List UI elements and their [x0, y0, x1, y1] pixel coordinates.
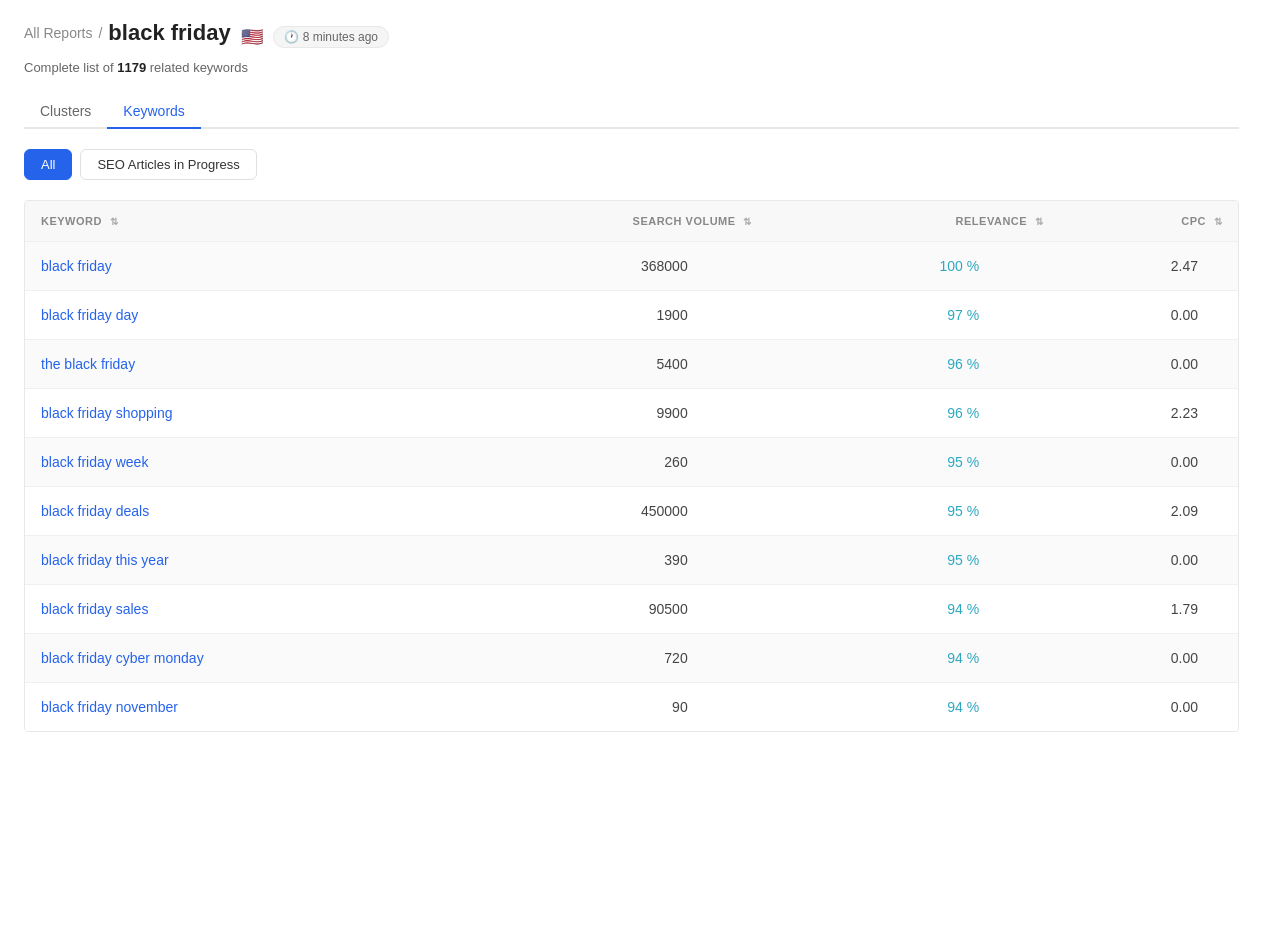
- volume-cell: 450000: [443, 487, 768, 536]
- col-header-relevance[interactable]: RELEVANCE ⇅: [768, 201, 1059, 242]
- relevance-cell: 97 %: [768, 291, 1059, 340]
- relevance-cell: 94 %: [768, 585, 1059, 634]
- keyword-count: 1179: [117, 60, 146, 75]
- keyword-cell: black friday shopping: [25, 389, 443, 438]
- keyword-link[interactable]: black friday shopping: [41, 405, 173, 421]
- sort-icon-keyword: ⇅: [110, 216, 119, 227]
- subtitle: Complete list of 1179 related keywords: [24, 60, 1239, 75]
- cpc-cell: 2.47: [1059, 242, 1238, 291]
- relevance-cell: 96 %: [768, 389, 1059, 438]
- relevance-cell: 95 %: [768, 536, 1059, 585]
- volume-cell: 260: [443, 438, 768, 487]
- table-body: black friday368000100 %2.47black friday …: [25, 242, 1238, 732]
- col-header-cpc[interactable]: CPC ⇅: [1059, 201, 1238, 242]
- keyword-cell: the black friday: [25, 340, 443, 389]
- col-header-search-volume[interactable]: SEARCH VOLUME ⇅: [443, 201, 768, 242]
- table-row: the black friday 540096 %0.00: [25, 340, 1238, 389]
- table-row: black friday shopping 990096 %2.23: [25, 389, 1238, 438]
- breadcrumb: All Reports / black friday: [24, 20, 231, 46]
- filter-seo-articles-button[interactable]: SEO Articles in Progress: [80, 149, 256, 180]
- table-header-row: KEYWORD ⇅ SEARCH VOLUME ⇅ RELEVANCE ⇅ CP…: [25, 201, 1238, 242]
- keyword-cell: black friday day: [25, 291, 443, 340]
- keyword-link[interactable]: black friday cyber monday: [41, 650, 204, 666]
- keyword-cell: black friday cyber monday: [25, 634, 443, 683]
- filter-bar: All SEO Articles in Progress: [24, 149, 1239, 180]
- keyword-link[interactable]: black friday deals: [41, 503, 149, 519]
- keyword-link[interactable]: the black friday: [41, 356, 135, 372]
- col-header-keyword[interactable]: KEYWORD ⇅: [25, 201, 443, 242]
- breadcrumb-separator: /: [98, 25, 102, 41]
- cpc-cell: 0.00: [1059, 291, 1238, 340]
- keyword-link[interactable]: black friday november: [41, 699, 178, 715]
- keywords-table: KEYWORD ⇅ SEARCH VOLUME ⇅ RELEVANCE ⇅ CP…: [25, 201, 1238, 731]
- cpc-cell: 0.00: [1059, 340, 1238, 389]
- table-row: black friday november 9094 %0.00: [25, 683, 1238, 732]
- country-flag-icon: 🇺🇸: [241, 26, 263, 48]
- table-row: black friday 368000100 %2.47: [25, 242, 1238, 291]
- cpc-cell: 1.79: [1059, 585, 1238, 634]
- volume-cell: 720: [443, 634, 768, 683]
- table-row: black friday week 26095 %0.00: [25, 438, 1238, 487]
- subtitle-suffix: related keywords: [150, 60, 248, 75]
- keyword-link[interactable]: black friday: [41, 258, 112, 274]
- cpc-cell: 0.00: [1059, 536, 1238, 585]
- keyword-cell: black friday: [25, 242, 443, 291]
- sort-icon-relevance: ⇅: [1035, 216, 1044, 227]
- cpc-cell: 0.00: [1059, 438, 1238, 487]
- keyword-cell: black friday week: [25, 438, 443, 487]
- table-row: black friday this year 39095 %0.00: [25, 536, 1238, 585]
- clock-icon: 🕐: [284, 30, 299, 44]
- keyword-cell: black friday november: [25, 683, 443, 732]
- cpc-cell: 0.00: [1059, 683, 1238, 732]
- keyword-link[interactable]: black friday this year: [41, 552, 169, 568]
- volume-cell: 90500: [443, 585, 768, 634]
- relevance-cell: 94 %: [768, 634, 1059, 683]
- table-row: black friday deals 45000095 %2.09: [25, 487, 1238, 536]
- keyword-cell: black friday this year: [25, 536, 443, 585]
- tabs-bar: Clusters Keywords: [24, 95, 1239, 129]
- volume-cell: 90: [443, 683, 768, 732]
- volume-cell: 9900: [443, 389, 768, 438]
- volume-cell: 390: [443, 536, 768, 585]
- keyword-link[interactable]: black friday week: [41, 454, 148, 470]
- tab-clusters[interactable]: Clusters: [24, 95, 107, 129]
- tab-keywords[interactable]: Keywords: [107, 95, 200, 129]
- filter-all-button[interactable]: All: [24, 149, 72, 180]
- relevance-cell: 95 %: [768, 438, 1059, 487]
- timestamp-badge: 🕐 8 minutes ago: [273, 26, 389, 48]
- keyword-cell: black friday deals: [25, 487, 443, 536]
- table-row: black friday cyber monday 72094 %0.00: [25, 634, 1238, 683]
- sort-icon-volume: ⇅: [743, 216, 752, 227]
- table-row: black friday sales 9050094 %1.79: [25, 585, 1238, 634]
- volume-cell: 5400: [443, 340, 768, 389]
- keyword-link[interactable]: black friday day: [41, 307, 138, 323]
- relevance-cell: 96 %: [768, 340, 1059, 389]
- table-row: black friday day 190097 %0.00: [25, 291, 1238, 340]
- relevance-cell: 94 %: [768, 683, 1059, 732]
- cpc-cell: 2.09: [1059, 487, 1238, 536]
- keywords-table-container: KEYWORD ⇅ SEARCH VOLUME ⇅ RELEVANCE ⇅ CP…: [24, 200, 1239, 732]
- all-reports-link[interactable]: All Reports: [24, 25, 92, 41]
- volume-cell: 1900: [443, 291, 768, 340]
- cpc-cell: 0.00: [1059, 634, 1238, 683]
- page-container: All Reports / black friday 🇺🇸 🕐 8 minute…: [0, 0, 1263, 752]
- page-title: black friday: [108, 20, 230, 46]
- keyword-link[interactable]: black friday sales: [41, 601, 148, 617]
- cpc-cell: 2.23: [1059, 389, 1238, 438]
- timestamp-label: 8 minutes ago: [303, 30, 378, 44]
- relevance-cell: 95 %: [768, 487, 1059, 536]
- keyword-cell: black friday sales: [25, 585, 443, 634]
- sort-icon-cpc: ⇅: [1214, 216, 1223, 227]
- volume-cell: 368000: [443, 242, 768, 291]
- subtitle-prefix: Complete list of: [24, 60, 114, 75]
- relevance-cell: 100 %: [768, 242, 1059, 291]
